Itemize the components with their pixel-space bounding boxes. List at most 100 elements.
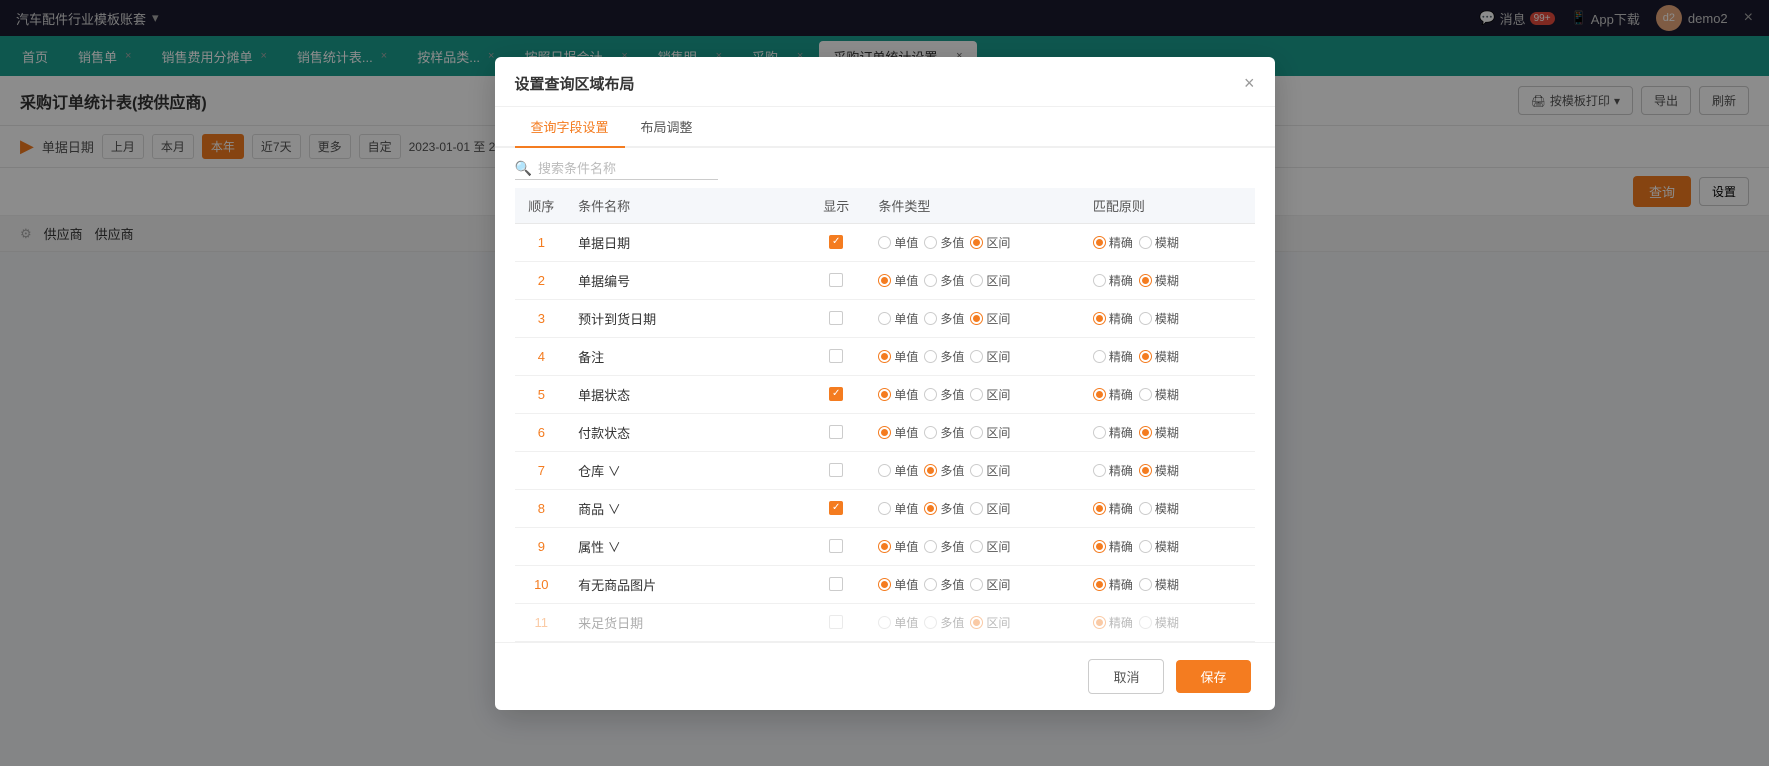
rule-radio-item[interactable]: 模糊	[1139, 310, 1179, 327]
th-type: 条件类型	[868, 188, 1082, 224]
rule-radio-item[interactable]: 模糊	[1139, 462, 1179, 479]
display-checkbox[interactable]	[829, 615, 843, 629]
table-header-row: 顺序 条件名称 显示 条件类型 匹配原则	[515, 188, 1255, 224]
type-radio-item[interactable]: 多值	[924, 462, 964, 479]
rule-radio-item[interactable]: 精确	[1093, 538, 1133, 555]
type-radio-item[interactable]: 多值	[924, 234, 964, 251]
tab-query-fields[interactable]: 查询字段设置	[515, 107, 625, 148]
display-checkbox[interactable]	[829, 349, 843, 363]
rule-radio-item[interactable]: 精确	[1093, 310, 1133, 327]
rule-radio-item[interactable]: 精确	[1093, 614, 1133, 631]
table-row: 5单据状态单值多值区间精确模糊	[515, 375, 1255, 413]
radio-dot	[878, 312, 891, 325]
radio-dot	[1093, 274, 1106, 287]
type-radio-item[interactable]: 多值	[924, 614, 964, 631]
type-radio-item[interactable]: 多值	[924, 538, 964, 555]
radio-dot	[1139, 540, 1152, 553]
display-checkbox[interactable]	[829, 235, 843, 249]
type-radio-item[interactable]: 区间	[970, 500, 1010, 517]
type-radio-item[interactable]: 区间	[970, 234, 1010, 251]
display-checkbox[interactable]	[829, 539, 843, 553]
radio-dot	[924, 426, 937, 439]
radio-dot	[924, 578, 937, 591]
radio-dot	[970, 274, 983, 287]
display-checkbox[interactable]	[829, 387, 843, 401]
type-radio-item[interactable]: 单值	[878, 424, 918, 441]
type-radio-item[interactable]: 区间	[970, 462, 1010, 479]
rule-radio-item[interactable]: 模糊	[1139, 538, 1179, 555]
table-row: 8商品 ∨单值多值区间精确模糊	[515, 489, 1255, 527]
cell-order: 7	[515, 451, 569, 489]
radio-dot	[878, 388, 891, 401]
radio-dot	[970, 350, 983, 363]
save-button[interactable]: 保存	[1176, 660, 1250, 693]
radio-dot	[1139, 464, 1152, 477]
rule-radio-item[interactable]: 精确	[1093, 386, 1133, 403]
type-radio-item[interactable]: 单值	[878, 310, 918, 327]
radio-dot	[1139, 350, 1152, 363]
cell-display	[804, 603, 868, 641]
tab-layout-adjust[interactable]: 布局调整	[625, 107, 709, 148]
rule-radio-item[interactable]: 精确	[1093, 462, 1133, 479]
type-radio-item[interactable]: 多值	[924, 310, 964, 327]
type-radio-item[interactable]: 区间	[970, 614, 1010, 631]
type-radio-item[interactable]: 多值	[924, 386, 964, 403]
cell-order: 3	[515, 299, 569, 337]
rule-radio-item[interactable]: 模糊	[1139, 500, 1179, 517]
cell-name: 仓库 ∨	[568, 451, 804, 489]
rule-radio-item[interactable]: 模糊	[1139, 386, 1179, 403]
radio-dot	[924, 350, 937, 363]
type-radio-item[interactable]: 单值	[878, 272, 918, 289]
display-checkbox[interactable]	[829, 463, 843, 477]
rule-radio-item[interactable]: 精确	[1093, 500, 1133, 517]
type-radio-item[interactable]: 单值	[878, 386, 918, 403]
rule-radio-item[interactable]: 精确	[1093, 234, 1133, 251]
rule-radio-item[interactable]: 模糊	[1139, 272, 1179, 289]
display-checkbox[interactable]	[829, 577, 843, 591]
type-radio-item[interactable]: 区间	[970, 272, 1010, 289]
cell-type: 单值多值区间	[868, 603, 1082, 641]
rule-radio-item[interactable]: 模糊	[1139, 576, 1179, 593]
rule-radio-item[interactable]: 模糊	[1139, 424, 1179, 441]
type-radio-item[interactable]: 多值	[924, 424, 964, 441]
rule-radio-item[interactable]: 模糊	[1139, 348, 1179, 365]
cancel-button[interactable]: 取消	[1088, 659, 1164, 694]
display-checkbox[interactable]	[829, 311, 843, 325]
display-checkbox[interactable]	[829, 501, 843, 515]
type-radio-item[interactable]: 单值	[878, 538, 918, 555]
display-checkbox[interactable]	[829, 273, 843, 287]
type-radio-item[interactable]: 多值	[924, 576, 964, 593]
type-radio-item[interactable]: 单值	[878, 462, 918, 479]
type-radio-item[interactable]: 区间	[970, 576, 1010, 593]
type-radio-item[interactable]: 区间	[970, 348, 1010, 365]
modal-close-btn[interactable]: ×	[1244, 74, 1255, 92]
type-radio-item[interactable]: 多值	[924, 348, 964, 365]
cell-name: 单据状态	[568, 375, 804, 413]
rule-radio-item[interactable]: 精确	[1093, 272, 1133, 289]
cell-name: 单据编号	[568, 261, 804, 299]
rule-radio-item[interactable]: 模糊	[1139, 614, 1179, 631]
type-radio-item[interactable]: 区间	[970, 424, 1010, 441]
type-radio-item[interactable]: 单值	[878, 614, 918, 631]
rule-radio-item[interactable]: 精确	[1093, 424, 1133, 441]
cell-display	[804, 413, 868, 451]
type-radio-item[interactable]: 区间	[970, 310, 1010, 327]
rule-radio-item[interactable]: 精确	[1093, 576, 1133, 593]
condition-search-input[interactable]	[538, 161, 718, 176]
display-checkbox[interactable]	[829, 425, 843, 439]
type-radio-item[interactable]: 单值	[878, 500, 918, 517]
type-radio-item[interactable]: 单值	[878, 576, 918, 593]
rule-radio-item[interactable]: 模糊	[1139, 234, 1179, 251]
radio-dot	[1139, 274, 1152, 287]
radio-dot	[924, 388, 937, 401]
cell-rule: 精确模糊	[1083, 565, 1255, 603]
type-radio-item[interactable]: 单值	[878, 348, 918, 365]
type-radio-item[interactable]: 区间	[970, 538, 1010, 555]
type-radio-item[interactable]: 区间	[970, 386, 1010, 403]
cell-display	[804, 489, 868, 527]
type-radio-item[interactable]: 多值	[924, 500, 964, 517]
rule-radio-item[interactable]: 精确	[1093, 348, 1133, 365]
cell-order: 1	[515, 223, 569, 261]
type-radio-item[interactable]: 单值	[878, 234, 918, 251]
type-radio-item[interactable]: 多值	[924, 272, 964, 289]
